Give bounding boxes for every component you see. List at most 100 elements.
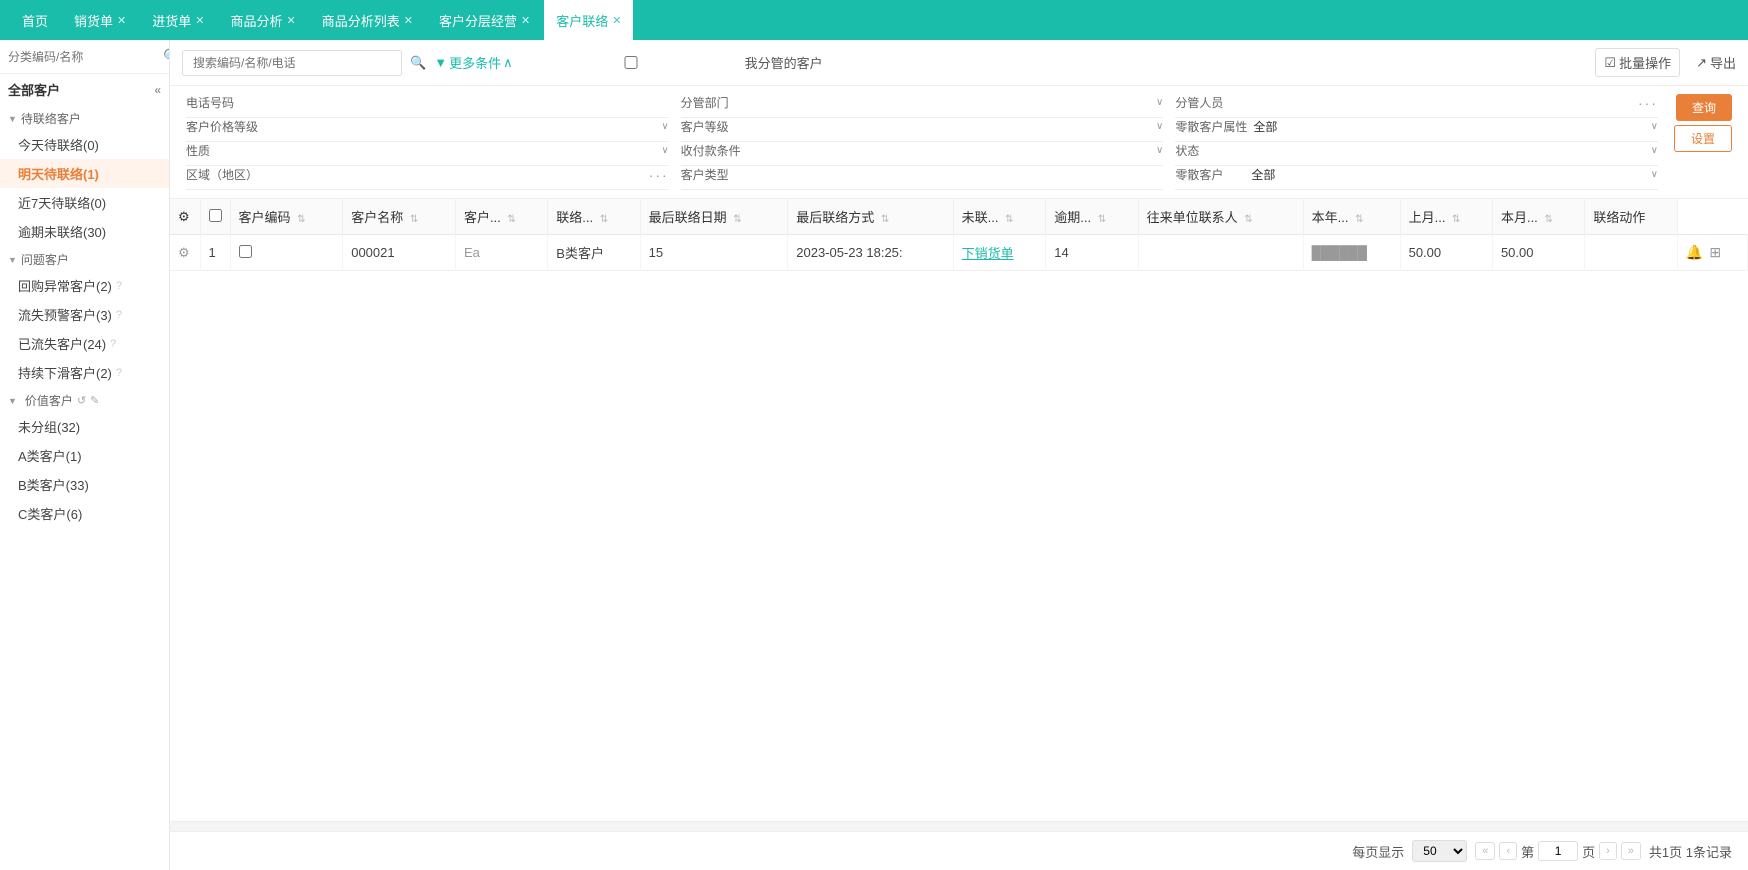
close-icon[interactable]: ✕: [287, 14, 296, 27]
content-area: 🔍 ▼ 更多条件 ∧ 我分管的客户 ☑ 批量操作 ↗ 导出: [170, 40, 1748, 870]
filter-region[interactable]: 区域（地区） ···: [186, 166, 669, 190]
th-type: 客户... ⇅: [455, 199, 547, 235]
my-customer-checkbox[interactable]: 我分管的客户: [521, 53, 823, 72]
edit-icon[interactable]: ✎: [90, 394, 99, 407]
th-last-month: 上月... ⇅: [1400, 199, 1492, 235]
last-method-link[interactable]: 下销货单: [962, 246, 1014, 261]
filter-payment[interactable]: 收付款条件 ∨: [681, 142, 1164, 166]
last-page-btn[interactable]: »: [1621, 842, 1641, 860]
sidebar-item-churned[interactable]: 已流失客户(24) ?: [0, 329, 169, 358]
first-page-btn[interactable]: «: [1475, 842, 1495, 860]
nav-product-analysis-list[interactable]: 商品分析列表 ✕: [310, 0, 425, 40]
nav-customer-contact[interactable]: 客户联络 ✕: [544, 0, 633, 40]
filter-more-btn[interactable]: ▼ 更多条件 ∧: [434, 53, 512, 72]
next-page-btn[interactable]: ›: [1599, 842, 1617, 860]
page-input[interactable]: [1538, 841, 1578, 861]
dots-icon: ···: [1638, 95, 1658, 111]
prev-page-btn[interactable]: ‹: [1499, 842, 1517, 860]
filter-person[interactable]: 分管人员 ···: [1175, 94, 1658, 118]
chevron-down-icon: ∨: [1156, 145, 1163, 156]
filter-nature-label: 性质: [186, 142, 256, 159]
row-actions: 🔔 ⊞: [1677, 235, 1747, 271]
th-contact-person: 往来单位联系人 ⇅: [1138, 199, 1303, 235]
search-input[interactable]: [182, 50, 402, 76]
dots-icon: ···: [649, 167, 669, 183]
sidebar-item-declining[interactable]: 持续下滑客户(2) ?: [0, 358, 169, 387]
query-button[interactable]: 查询: [1676, 94, 1732, 121]
toolbar: 🔍 ▼ 更多条件 ∧ 我分管的客户 ☑ 批量操作 ↗ 导出: [170, 40, 1748, 86]
close-icon[interactable]: ✕: [521, 14, 530, 27]
close-icon[interactable]: ✕: [195, 14, 204, 27]
sidebar-item-tomorrow-contact[interactable]: 明天待联络(1): [0, 159, 169, 188]
grid-icon[interactable]: ⊞: [1709, 244, 1721, 261]
sidebar-item-overdue-contact[interactable]: 逾期未联络(30): [0, 217, 169, 246]
th-actions: 联络动作: [1585, 199, 1678, 235]
bulk-btn[interactable]: ☑ 批量操作: [1595, 48, 1680, 77]
th-overdue: 逾期... ⇅: [1046, 199, 1138, 235]
table-wrapper: ⚙ 客户编码 ⇅ 客户名称 ⇅ 客户... ⇅ 联络... ⇅ 最后联络日期 ⇅…: [170, 199, 1748, 821]
sidebar-search-input[interactable]: [8, 50, 163, 64]
close-icon[interactable]: ✕: [404, 14, 413, 27]
sidebar-item-ungrouped[interactable]: 未分组(32): [0, 412, 169, 441]
filter-retail-customer[interactable]: 零散客户 全部 ∨: [1175, 166, 1658, 190]
sidebar-item-today-contact[interactable]: 今天待联络(0): [0, 130, 169, 159]
my-customer-check[interactable]: [521, 56, 741, 69]
search-icon[interactable]: 🔍: [163, 48, 170, 65]
row-this-month: [1585, 235, 1678, 271]
th-last-method: 最后联络方式 ⇅: [788, 199, 953, 235]
per-page-select[interactable]: 50 10 20 100: [1412, 840, 1467, 862]
filter-nature[interactable]: 性质 ∨: [186, 142, 669, 166]
nav-product-analysis[interactable]: 商品分析 ✕: [218, 0, 307, 40]
th-check[interactable]: [200, 199, 230, 235]
sidebar-item-churn-warning[interactable]: 流失预警客户(3) ?: [0, 300, 169, 329]
close-icon[interactable]: ✕: [612, 14, 621, 27]
export-btn[interactable]: ↗ 导出: [1696, 53, 1736, 72]
collapse-icon: «: [154, 83, 161, 97]
nav-customer-layered[interactable]: 客户分层经营 ✕: [427, 0, 542, 40]
nav-purchase-order[interactable]: 进货单 ✕: [140, 0, 216, 40]
filter-phone-label: 电话号码: [186, 94, 256, 111]
th-gear[interactable]: ⚙: [170, 199, 200, 235]
table-footer: 每页显示 50 10 20 100 « ‹ 第 页 › » 共1页 1条记录: [170, 831, 1748, 870]
nav-sales-order[interactable]: 销货单 ✕: [62, 0, 138, 40]
row-checkbox[interactable]: [239, 245, 252, 258]
filter-price-level[interactable]: 客户价格等级 ∨: [186, 118, 669, 142]
filter-phone: 电话号码: [186, 94, 669, 118]
hint-icon: ?: [110, 338, 116, 350]
per-page-label: 每页显示: [1352, 842, 1404, 861]
sort-icon: ⇅: [1355, 214, 1363, 225]
all-customers-title[interactable]: 全部客户 «: [0, 74, 169, 105]
filter-payment-label: 收付款条件: [681, 142, 751, 159]
select-all-checkbox[interactable]: [209, 209, 222, 222]
filter-retail-attr[interactable]: 零散客户属性 全部 ∨: [1175, 118, 1658, 142]
th-code: 客户编码 ⇅: [230, 199, 343, 235]
row-last-month: 50.00: [1492, 235, 1584, 271]
row-last-method[interactable]: 下销货单: [953, 235, 1046, 271]
sort-icon: ⇅: [1005, 214, 1013, 225]
total-records: 共1页 1条记录: [1649, 842, 1732, 861]
close-icon[interactable]: ✕: [117, 14, 126, 27]
sidebar-item-class-c[interactable]: C类客户(6): [0, 499, 169, 528]
row-gear[interactable]: ⚙: [170, 235, 200, 271]
search-icon[interactable]: 🔍: [410, 55, 426, 71]
sidebar-item-week-contact[interactable]: 近7天待联络(0): [0, 188, 169, 217]
nav-home[interactable]: 首页: [10, 0, 60, 40]
sort-icon: ⇅: [297, 214, 305, 225]
hint-icon: ?: [116, 309, 122, 321]
row-check-cell: [230, 235, 343, 271]
filter-dept[interactable]: 分管部门 ∨: [681, 94, 1164, 118]
sidebar-item-abnormal-repurchase[interactable]: 回购异常客户(2) ?: [0, 271, 169, 300]
row-contact-person: ██████: [1303, 235, 1400, 271]
bell-icon[interactable]: 🔔: [1686, 244, 1703, 261]
sidebar-item-class-a[interactable]: A类客户(1): [0, 441, 169, 470]
filter-customer-level[interactable]: 客户等级 ∨: [681, 118, 1164, 142]
refresh-icon[interactable]: ↺: [77, 394, 86, 407]
row-contact-count: 15: [640, 235, 788, 271]
chevron-down-icon: ∨: [1156, 121, 1163, 132]
filter-status[interactable]: 状态 ∨: [1175, 142, 1658, 166]
set-button[interactable]: 设置: [1674, 125, 1732, 152]
sidebar-item-class-b[interactable]: B类客户(33): [0, 470, 169, 499]
filter-status-label: 状态: [1175, 142, 1245, 159]
top-nav: 首页 销货单 ✕ 进货单 ✕ 商品分析 ✕ 商品分析列表 ✕ 客户分层经营 ✕ …: [0, 0, 1748, 40]
row-this-year: 50.00: [1400, 235, 1492, 271]
